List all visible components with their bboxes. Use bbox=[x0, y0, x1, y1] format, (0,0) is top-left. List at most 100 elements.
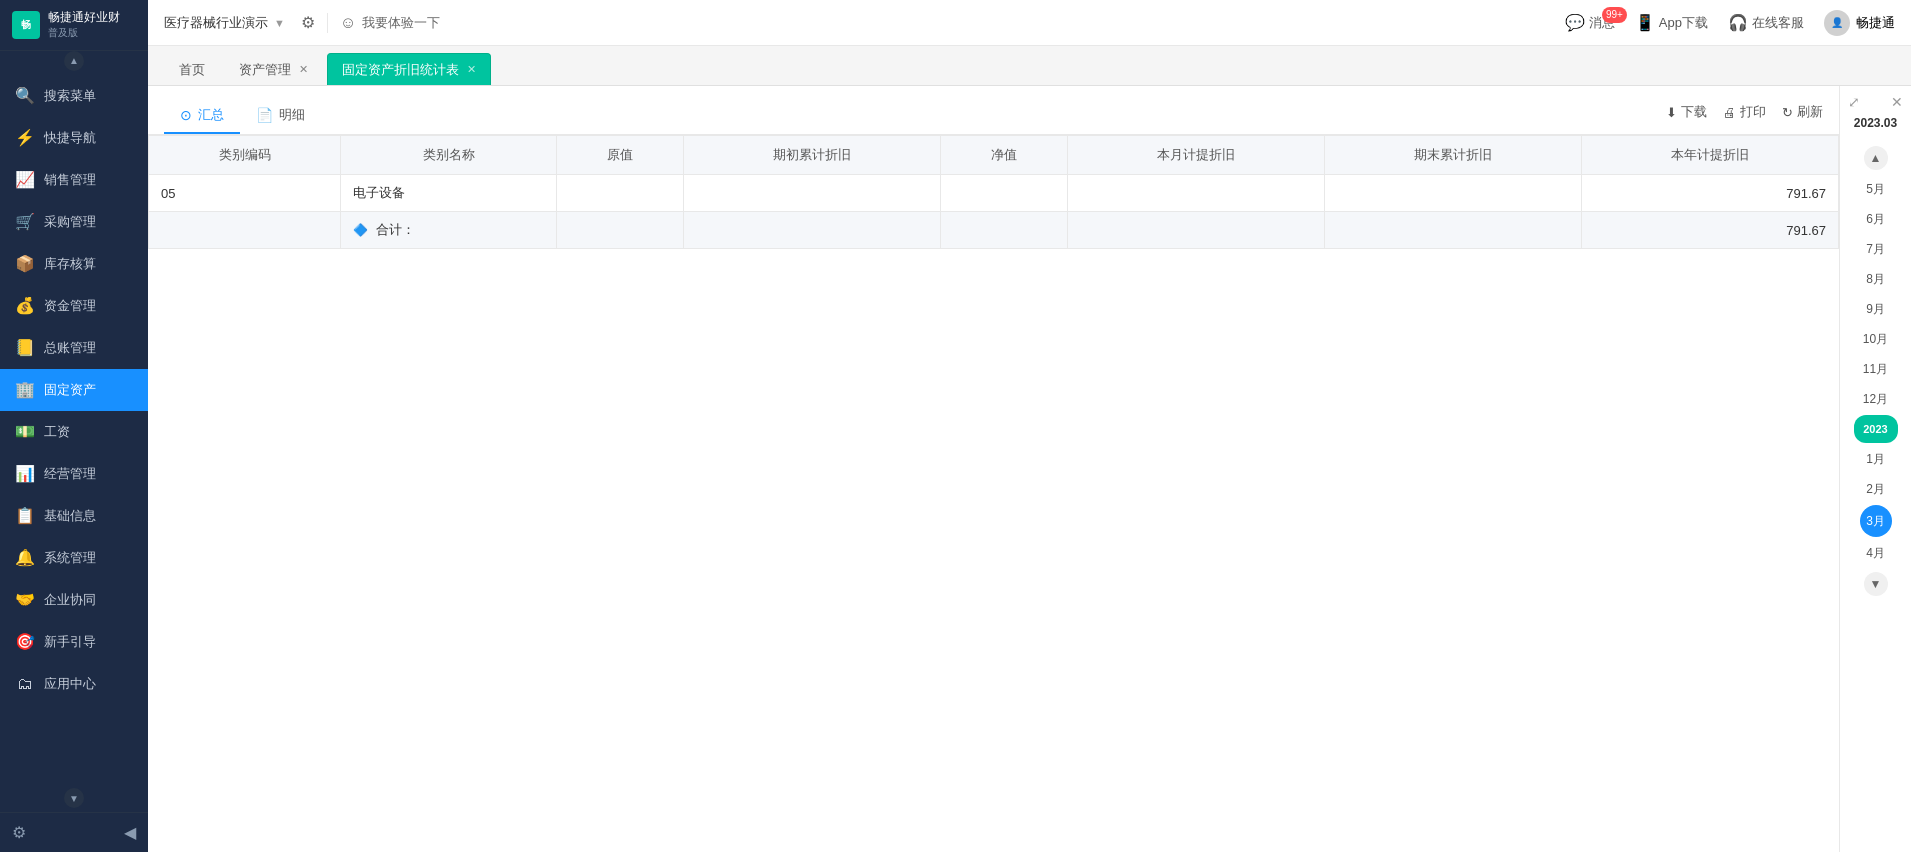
total-net-value bbox=[941, 212, 1068, 249]
sidebar-item-payroll[interactable]: 💵 工资 bbox=[0, 411, 148, 453]
sidebar-item-inventory[interactable]: 📦 库存核算 bbox=[0, 243, 148, 285]
print-button[interactable]: 🖨 打印 bbox=[1723, 103, 1766, 121]
topbar-divider bbox=[327, 13, 328, 33]
tab-asset-mgmt[interactable]: 资产管理 ✕ bbox=[224, 53, 323, 85]
total-yearly-dep: 791.67 bbox=[1582, 212, 1839, 249]
avatar: 👤 bbox=[1824, 10, 1850, 36]
tab-fixed-asset-depreciation-label: 固定资产折旧统计表 bbox=[342, 61, 459, 79]
tab-fixed-asset-depreciation-close[interactable]: ✕ bbox=[467, 63, 476, 76]
topbar-right: 💬 消息 99+ 📱 App下载 🎧 在线客服 👤 畅捷通 bbox=[1565, 10, 1895, 36]
date-item-3-active[interactable]: 3月 bbox=[1860, 505, 1892, 537]
cell-name: 电子设备 bbox=[341, 175, 557, 212]
subtab-detail[interactable]: 📄 明细 bbox=[240, 98, 321, 134]
date-item-11[interactable]: 11月 bbox=[1852, 355, 1900, 383]
sales-icon: 📈 bbox=[16, 171, 34, 189]
date-item-9[interactable]: 9月 bbox=[1852, 295, 1900, 323]
total-label: 合计： bbox=[376, 222, 415, 237]
sidebar-item-label-inventory: 库存核算 bbox=[44, 255, 96, 273]
company-settings-icon[interactable]: ⚙ bbox=[301, 13, 315, 32]
app-download-button[interactable]: 📱 App下载 bbox=[1635, 13, 1708, 32]
date-item-12[interactable]: 12月 bbox=[1852, 385, 1900, 413]
total-period-end-dep bbox=[1325, 212, 1582, 249]
sidebar-item-funds[interactable]: 💰 资金管理 bbox=[0, 285, 148, 327]
date-scroll-down[interactable]: ▼ bbox=[1864, 572, 1888, 596]
topbar: 医疗器械行业演示 ▼ ⚙ ☺ 我要体验一下 💬 消息 99+ 📱 App下载 🎧… bbox=[148, 0, 1911, 46]
date-scroll: ▲ 5月 6月 7月 8月 9月 10月 11月 12月 2023 1月 2月 … bbox=[1840, 138, 1911, 604]
sidebar-item-guide[interactable]: 🎯 新手引导 bbox=[0, 621, 148, 663]
date-item-7[interactable]: 7月 bbox=[1852, 235, 1900, 263]
sidebar-item-sales[interactable]: 📈 销售管理 bbox=[0, 159, 148, 201]
sidebar-item-fixed-assets[interactable]: 🏢 固定资产 bbox=[0, 369, 148, 411]
sidebar-item-ops[interactable]: 📊 经营管理 bbox=[0, 453, 148, 495]
sidebar-item-quick-nav[interactable]: ⚡ 快捷导航 bbox=[0, 117, 148, 159]
date-item-1[interactable]: 1月 bbox=[1852, 445, 1900, 473]
messages-badge: 99+ bbox=[1602, 7, 1627, 23]
subtab-detail-icon: 📄 bbox=[256, 107, 273, 123]
cell-code: 05 bbox=[149, 175, 341, 212]
purchase-icon: 🛒 bbox=[16, 213, 34, 231]
subtab-detail-label: 明细 bbox=[279, 106, 305, 124]
messages-icon: 💬 bbox=[1565, 13, 1585, 32]
funds-icon: 💰 bbox=[16, 297, 34, 315]
sidebar-nav: 🔍 搜索菜单 ⚡ 快捷导航 📈 销售管理 🛒 采购管理 📦 库存核算 💰 资金管… bbox=[0, 75, 148, 788]
app-name: 畅捷通好业财 bbox=[48, 10, 120, 26]
sidebar-item-label-guide: 新手引导 bbox=[44, 633, 96, 651]
app-info: 畅捷通好业财 普及版 bbox=[48, 10, 120, 40]
sidebar-item-label-ledger: 总账管理 bbox=[44, 339, 96, 357]
sidebar-item-label-sales: 销售管理 bbox=[44, 171, 96, 189]
download-label: 下载 bbox=[1681, 103, 1707, 121]
sidebar-item-purchase[interactable]: 🛒 采购管理 bbox=[0, 201, 148, 243]
tab-home[interactable]: 首页 bbox=[164, 53, 220, 85]
sidebar-scroll-down[interactable]: ▼ bbox=[64, 788, 84, 808]
date-scroll-up[interactable]: ▲ bbox=[1864, 146, 1888, 170]
sidebar-item-system[interactable]: 🔔 系统管理 bbox=[0, 537, 148, 579]
online-service-icon: 🎧 bbox=[1728, 13, 1748, 32]
download-icon: ⬇ bbox=[1666, 105, 1677, 120]
print-label: 打印 bbox=[1740, 103, 1766, 121]
company-selector[interactable]: 医疗器械行业演示 ▼ bbox=[164, 14, 285, 32]
settings-icon[interactable]: ⚙ bbox=[12, 823, 26, 842]
date-item-5[interactable]: 5月 bbox=[1852, 175, 1900, 203]
sidebar-item-enterprise[interactable]: 🤝 企业协同 bbox=[0, 579, 148, 621]
sidebar-item-search[interactable]: 🔍 搜索菜单 bbox=[0, 75, 148, 117]
sidebar-item-label-enterprise: 企业协同 bbox=[44, 591, 96, 609]
company-name: 医疗器械行业演示 bbox=[164, 14, 268, 32]
app-download-icon: 📱 bbox=[1635, 13, 1655, 32]
sidebar-item-ledger[interactable]: 📒 总账管理 bbox=[0, 327, 148, 369]
download-button[interactable]: ⬇ 下载 bbox=[1666, 103, 1707, 121]
date-panel: ⤢ ✕ 2023.03 ▲ 5月 6月 7月 8月 9月 10月 11月 12月… bbox=[1839, 86, 1911, 852]
close-panel-icon[interactable]: ✕ bbox=[1891, 94, 1903, 110]
sidebar-item-label-basic-info: 基础信息 bbox=[44, 507, 96, 525]
quick-nav-icon: ⚡ bbox=[16, 129, 34, 147]
user-menu[interactable]: 👤 畅捷通 bbox=[1824, 10, 1895, 36]
sidebar-item-app-center[interactable]: 🗂 应用中心 bbox=[0, 663, 148, 705]
subtab-actions: ⬇ 下载 🖨 打印 ↻ 刷新 bbox=[1666, 103, 1823, 129]
tab-asset-mgmt-label: 资产管理 bbox=[239, 61, 291, 79]
subtab-summary-icon: ⊙ bbox=[180, 107, 192, 123]
refresh-button[interactable]: ↻ 刷新 bbox=[1782, 103, 1823, 121]
experience-button[interactable]: ☺ 我要体验一下 bbox=[340, 14, 440, 32]
depreciation-table: 类别编码 类别名称 原值 期初累计折旧 净值 本月计提折旧 期末累计折旧 本年计… bbox=[148, 135, 1839, 249]
date-item-2[interactable]: 2月 bbox=[1852, 475, 1900, 503]
date-item-6[interactable]: 6月 bbox=[1852, 205, 1900, 233]
cell-period-begin-dep bbox=[684, 175, 941, 212]
date-item-4[interactable]: 4月 bbox=[1852, 539, 1900, 567]
expand-panel-icon[interactable]: ⤢ bbox=[1848, 94, 1860, 110]
sidebar-item-basic-info[interactable]: 📋 基础信息 bbox=[0, 495, 148, 537]
tab-asset-mgmt-close[interactable]: ✕ bbox=[299, 63, 308, 76]
sidebar-scroll-up[interactable]: ▲ bbox=[64, 51, 84, 71]
app-download-label: App下载 bbox=[1659, 14, 1708, 32]
tab-fixed-asset-depreciation[interactable]: 固定资产折旧统计表 ✕ bbox=[327, 53, 491, 85]
collapse-sidebar-icon[interactable]: ◀ bbox=[124, 823, 136, 842]
table-total-row: 🔷 合计： 791.67 bbox=[149, 212, 1839, 249]
payroll-icon: 💵 bbox=[16, 423, 34, 441]
ops-icon: 📊 bbox=[16, 465, 34, 483]
cell-yearly-dep: 791.67 bbox=[1582, 175, 1839, 212]
date-item-10[interactable]: 10月 bbox=[1852, 325, 1900, 353]
col-net-value: 净值 bbox=[941, 136, 1068, 175]
messages-button[interactable]: 💬 消息 99+ bbox=[1565, 13, 1615, 32]
online-service-button[interactable]: 🎧 在线客服 bbox=[1728, 13, 1804, 32]
subtab-summary[interactable]: ⊙ 汇总 bbox=[164, 98, 240, 134]
date-item-8[interactable]: 8月 bbox=[1852, 265, 1900, 293]
col-period-end-dep: 期末累计折旧 bbox=[1325, 136, 1582, 175]
